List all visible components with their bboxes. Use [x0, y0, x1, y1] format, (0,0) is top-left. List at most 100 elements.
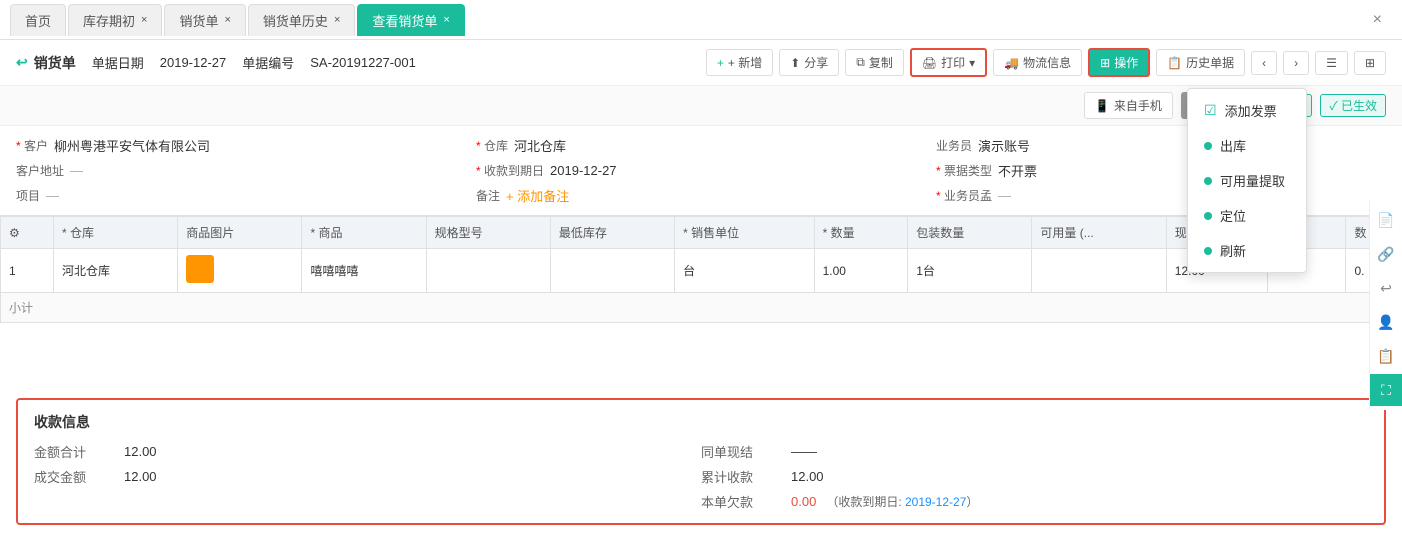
doc-header: ↩ 销货单 单据日期 2019-12-27 单据编号 SA-20191227-0…: [0, 40, 1402, 86]
window-close-button[interactable]: ×: [1363, 11, 1392, 29]
col-unit-label: * 销售单位: [683, 226, 739, 240]
due-value: 0.00: [791, 494, 816, 509]
available-qty-dot: [1204, 177, 1212, 185]
tab-bar: 首页 库存期初 × 销货单 × 销货单历史 × 查看销货单 × ×: [0, 0, 1402, 40]
copy-label: 复制: [869, 54, 893, 71]
ticket-type-field: 票据类型 不开票: [936, 161, 1386, 180]
col-spec: 规格型号: [426, 217, 550, 249]
single-settlement-item: 同单现结 ——: [701, 442, 1368, 461]
add-invoice-item[interactable]: ☑ 添加发票: [1188, 93, 1306, 128]
effective-icon: ✓: [1329, 99, 1337, 113]
grid-view-button[interactable]: ⊞: [1354, 51, 1386, 75]
add-note-button[interactable]: + 添加备注: [506, 186, 569, 205]
locate-item[interactable]: 定位: [1188, 198, 1306, 233]
refresh-item[interactable]: 刷新: [1188, 233, 1306, 268]
side-icon-3[interactable]: ↩: [1370, 272, 1402, 304]
copy-button[interactable]: ⧉ 复制: [845, 49, 904, 76]
col-available: 可用量 (...: [1032, 217, 1166, 249]
row-sales-unit: 台: [675, 249, 815, 293]
product-thumbnail: [186, 255, 214, 283]
col-product-label: * 商品: [310, 226, 342, 240]
side-icon-4[interactable]: 👤: [1370, 306, 1402, 338]
row-min-stock: [550, 249, 674, 293]
available-qty-item[interactable]: 可用量提取: [1188, 163, 1306, 198]
refresh-label: 刷新: [1220, 241, 1246, 260]
close-tab-history[interactable]: ×: [334, 14, 340, 26]
row-product: 嘻嘻嘻嘻: [302, 249, 426, 293]
col-warehouse: * 仓库: [54, 217, 178, 249]
staff-field: 业务员 演示账号: [936, 136, 1386, 155]
close-tab-inventory[interactable]: ×: [141, 14, 147, 26]
cumulative-value: 12.00: [791, 469, 824, 484]
summary-grid: 金额合计 12.00 同单现结 —— 成交金额 12.00 累计收款 12.00…: [34, 442, 1368, 511]
col-pack-label: 包装数量: [916, 226, 964, 240]
print-button[interactable]: 🖨 打印 ▾: [910, 48, 987, 77]
row-quantity: 1.00: [814, 249, 908, 293]
date-label: 单据日期: [92, 53, 144, 72]
single-settlement-value: ——: [791, 444, 817, 459]
form-row-3: 项目 — 备注 + 添加备注 业务员孟 —: [16, 186, 1386, 205]
col-product: * 商品: [302, 217, 426, 249]
operations-label: 操作: [1114, 54, 1138, 71]
phone-icon: 📱: [1095, 99, 1110, 113]
col-min-stock: 最低库存: [550, 217, 674, 249]
plus-icon: +: [717, 56, 724, 70]
summary-title: 收款信息: [34, 412, 1368, 432]
next-record-button[interactable]: ›: [1283, 51, 1309, 75]
address-value: —: [70, 163, 83, 178]
ticket-type-label: 票据类型: [936, 162, 992, 179]
right-side-panel: 📄 🔗 ↩ 👤 📋 ⛶: [1369, 200, 1402, 410]
ship-out-item[interactable]: 出库: [1188, 128, 1306, 163]
tab-view-sales[interactable]: 查看销货单 ×: [357, 4, 464, 36]
tab-home-label: 首页: [25, 11, 51, 30]
col-sales-unit: * 销售单位: [675, 217, 815, 249]
from-phone-label: 来自手机: [1114, 97, 1162, 114]
new-button[interactable]: + + 新增: [706, 49, 773, 76]
tab-sales-history[interactable]: 销货单历史 ×: [248, 4, 355, 36]
ship-out-label: 出库: [1220, 136, 1246, 155]
payment-date-field: 收款到期日 2019-12-27: [476, 162, 926, 179]
prev-record-button[interactable]: ‹: [1251, 51, 1277, 75]
subtotal-label: 小计: [1, 293, 1402, 323]
effective-label: 已生效: [1341, 99, 1377, 113]
operations-button[interactable]: ⊞ 操作: [1088, 48, 1150, 77]
tab-inventory-init[interactable]: 库存期初 ×: [68, 4, 162, 36]
tab-view-label: 查看销货单: [372, 11, 437, 30]
staff-value: 演示账号: [978, 136, 1030, 155]
expand-icon[interactable]: ⛶: [1370, 374, 1402, 406]
col-gear: ⚙: [1, 217, 54, 249]
locate-label: 定位: [1220, 206, 1246, 225]
locate-dot: [1204, 212, 1212, 220]
doc-title: ↩ 销货单: [16, 53, 76, 73]
cumulative-receipt-item: 累计收款 12.00: [701, 467, 1368, 486]
customer-value: 柳州粤港平安气体有限公司: [54, 136, 210, 155]
close-tab-view[interactable]: ×: [443, 14, 449, 26]
project-field: 项目 —: [16, 187, 466, 204]
side-icon-2[interactable]: 🔗: [1370, 238, 1402, 270]
new-label: + 新增: [728, 54, 762, 71]
settings-icon[interactable]: ⚙: [9, 226, 20, 240]
project-label: 项目: [16, 187, 40, 204]
customer-label: 客户: [16, 137, 48, 154]
tab-home[interactable]: 首页: [10, 4, 66, 36]
close-tab-sales[interactable]: ×: [224, 14, 230, 26]
share-button[interactable]: ⬆ 分享: [779, 49, 839, 76]
no-value: SA-20191227-001: [310, 55, 416, 70]
history-label: 历史单据: [1186, 54, 1234, 71]
tab-sales-order[interactable]: 销货单 ×: [164, 4, 245, 36]
print-arrow: ▾: [969, 56, 975, 70]
from-phone-button[interactable]: 📱 来自手机: [1084, 92, 1173, 119]
customer-field: 客户 柳州粤港平安气体有限公司: [16, 136, 466, 155]
side-icon-1[interactable]: 📄: [1370, 204, 1402, 236]
history-button[interactable]: 📋 历史单据: [1156, 49, 1245, 76]
add-invoice-icon: ☑: [1204, 102, 1217, 119]
warehouse-label: 仓库: [476, 137, 508, 154]
row-warehouse: 河北仓库: [54, 249, 178, 293]
payment-date-label: 收款到期日: [476, 162, 544, 179]
transaction-amount-item: 成交金额 12.00: [34, 467, 701, 486]
list-view-button[interactable]: ☰: [1315, 51, 1348, 75]
side-icon-5[interactable]: 📋: [1370, 340, 1402, 372]
logistics-button[interactable]: 🚚 物流信息: [993, 49, 1082, 76]
due-label: 本单欠款: [701, 492, 781, 511]
col-min-label: 最低库存: [559, 226, 607, 240]
